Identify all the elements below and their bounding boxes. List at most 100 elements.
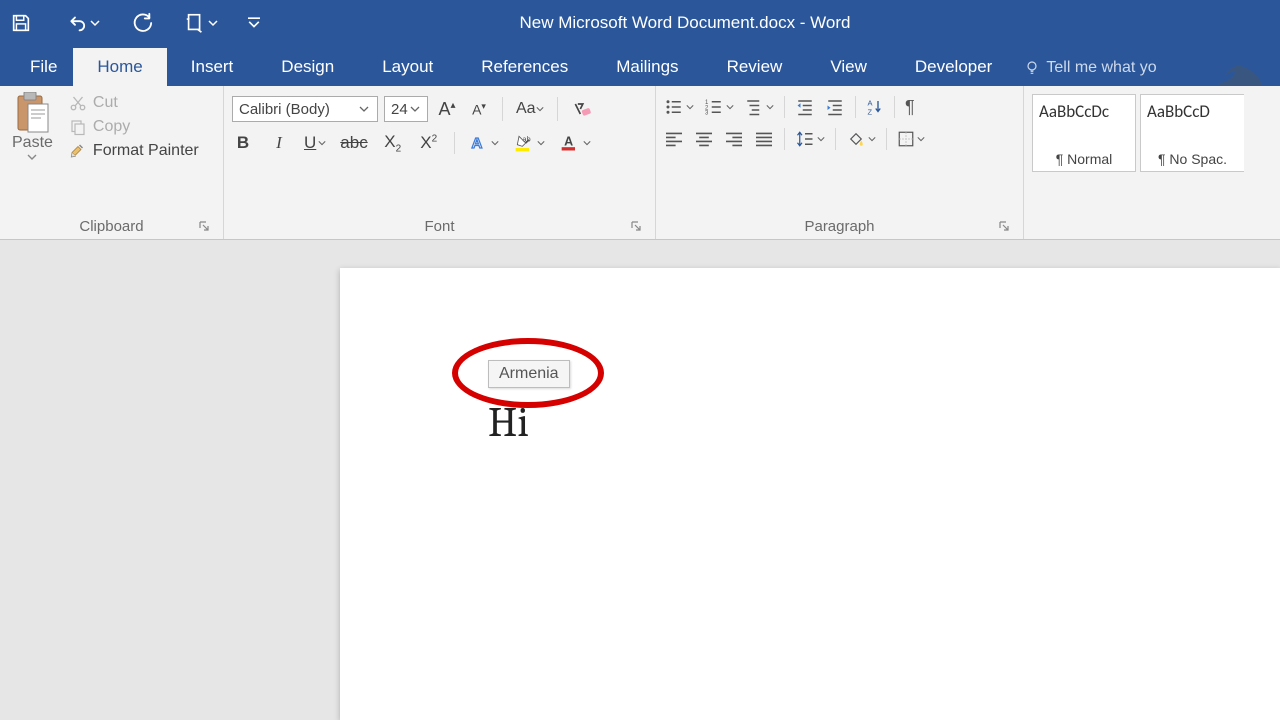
borders-icon (897, 130, 915, 148)
font-name-combo[interactable]: Calibri (Body) (232, 96, 378, 122)
font-group-label: Font (232, 214, 647, 237)
decrease-indent-button[interactable] (795, 96, 815, 118)
highlight-button[interactable]: ab (513, 133, 545, 153)
tell-me-search[interactable]: Tell me what yo (1016, 50, 1164, 86)
chevron-down-icon (27, 152, 37, 162)
scissors-icon (69, 94, 87, 112)
group-clipboard: Paste Cut Copy Format Painter Clipboa (0, 86, 224, 239)
svg-text:A: A (471, 135, 482, 152)
redo-icon (130, 12, 154, 34)
lightbulb-icon (1024, 60, 1040, 76)
paint-bucket-icon (846, 130, 866, 148)
tab-design[interactable]: Design (257, 48, 358, 86)
tab-layout[interactable]: Layout (358, 48, 457, 86)
copy-button[interactable]: Copy (65, 116, 203, 138)
document-icon (184, 12, 206, 34)
font-dialog-launcher[interactable] (629, 219, 643, 233)
chevron-down-icon (537, 139, 545, 147)
align-center-button[interactable] (694, 128, 714, 150)
chevron-down-icon (726, 103, 734, 111)
tab-view[interactable]: View (806, 48, 891, 86)
shrink-font-button[interactable]: A▾ (466, 96, 492, 122)
font-size-combo[interactable]: 24 (384, 96, 428, 122)
tab-developer[interactable]: Developer (891, 48, 1017, 86)
document-page[interactable]: Armenia Hi (340, 268, 1280, 720)
clear-formatting-button[interactable] (568, 96, 596, 122)
format-painter-label: Format Painter (93, 142, 199, 160)
title-bar: New Microsoft Word Document.docx - Word (0, 0, 1280, 46)
justify-button[interactable] (754, 128, 774, 150)
paste-button[interactable]: Paste (8, 90, 57, 214)
annotation-ellipse (452, 338, 604, 408)
clipboard-dialog-launcher[interactable] (197, 219, 211, 233)
svg-text:ab: ab (522, 135, 530, 144)
paragraph-group-label: Paragraph (664, 214, 1015, 237)
tab-mailings[interactable]: Mailings (592, 48, 702, 86)
chevron-down-icon (817, 135, 825, 143)
decrease-indent-icon (795, 98, 815, 116)
style-name: ¶ Normal (1039, 151, 1129, 167)
shrink-font-icon: A▾ (472, 101, 486, 118)
align-right-button[interactable] (724, 128, 744, 150)
justify-icon (754, 131, 774, 147)
bullets-button[interactable] (664, 96, 694, 118)
text-effects-icon: A (469, 133, 489, 153)
style-no-spacing[interactable]: AaBbCcD ¶ No Spac. (1140, 94, 1244, 172)
tab-file[interactable]: File (14, 48, 73, 86)
tab-review[interactable]: Review (703, 48, 807, 86)
chevron-down-icon (536, 105, 544, 113)
underline-button[interactable]: U (304, 133, 326, 153)
multilevel-icon (744, 98, 764, 116)
chevron-down-icon (90, 18, 100, 28)
style-normal[interactable]: AaBbCcDc ¶ Normal (1032, 94, 1136, 172)
shading-button[interactable] (846, 128, 876, 150)
svg-text:Z: Z (868, 108, 873, 117)
save-icon (10, 12, 32, 34)
save-button[interactable] (10, 12, 32, 34)
show-hide-button[interactable]: ¶ (905, 96, 915, 118)
new-slide-button[interactable] (184, 12, 218, 34)
grow-font-button[interactable]: A▴ (434, 96, 460, 122)
chevron-down-icon (208, 18, 218, 28)
subscript-button[interactable]: X2 (382, 132, 404, 154)
format-painter-button[interactable]: Format Painter (65, 140, 203, 162)
undo-icon (62, 12, 88, 34)
italic-button[interactable]: I (268, 133, 290, 153)
paragraph-dialog-launcher[interactable] (997, 219, 1011, 233)
tab-home[interactable]: Home (73, 48, 166, 86)
tab-references[interactable]: References (457, 48, 592, 86)
multilevel-list-button[interactable] (744, 96, 774, 118)
increase-indent-button[interactable] (825, 96, 845, 118)
superscript-button[interactable]: X2 (418, 133, 440, 153)
svg-text:3: 3 (705, 111, 709, 117)
bold-button[interactable]: B (232, 133, 254, 153)
font-color-icon: A (559, 133, 581, 153)
chevron-down-icon (491, 139, 499, 147)
window-title: New Microsoft Word Document.docx - Word (260, 13, 1110, 33)
bullets-icon (664, 98, 684, 116)
clipboard-icon (14, 92, 50, 136)
font-color-button[interactable]: A (559, 133, 591, 153)
text-effects-button[interactable]: A (469, 133, 499, 153)
group-font: Calibri (Body) 24 A▴ A▾ Aa (224, 86, 656, 239)
align-left-button[interactable] (664, 128, 684, 150)
borders-button[interactable] (897, 128, 925, 150)
svg-text:A: A (868, 99, 873, 108)
customize-qat-button[interactable] (248, 17, 260, 29)
redo-button[interactable] (130, 12, 154, 34)
grow-font-icon: A▴ (438, 99, 455, 120)
line-spacing-icon (795, 130, 815, 148)
tab-insert[interactable]: Insert (167, 48, 258, 86)
change-case-button[interactable]: Aa (513, 96, 547, 122)
cut-button[interactable]: Cut (65, 92, 203, 114)
sort-button[interactable]: AZ (866, 96, 884, 118)
strikethrough-button[interactable]: abc (340, 133, 367, 153)
font-name-value: Calibri (Body) (239, 101, 355, 118)
chevron-down-icon (583, 139, 591, 147)
style-sample: AaBbCcD (1147, 101, 1238, 122)
numbering-button[interactable]: 123 (704, 96, 734, 118)
styles-group-label (1032, 214, 1272, 237)
align-left-icon (664, 131, 684, 147)
undo-button[interactable] (62, 12, 100, 34)
line-spacing-button[interactable] (795, 128, 825, 150)
